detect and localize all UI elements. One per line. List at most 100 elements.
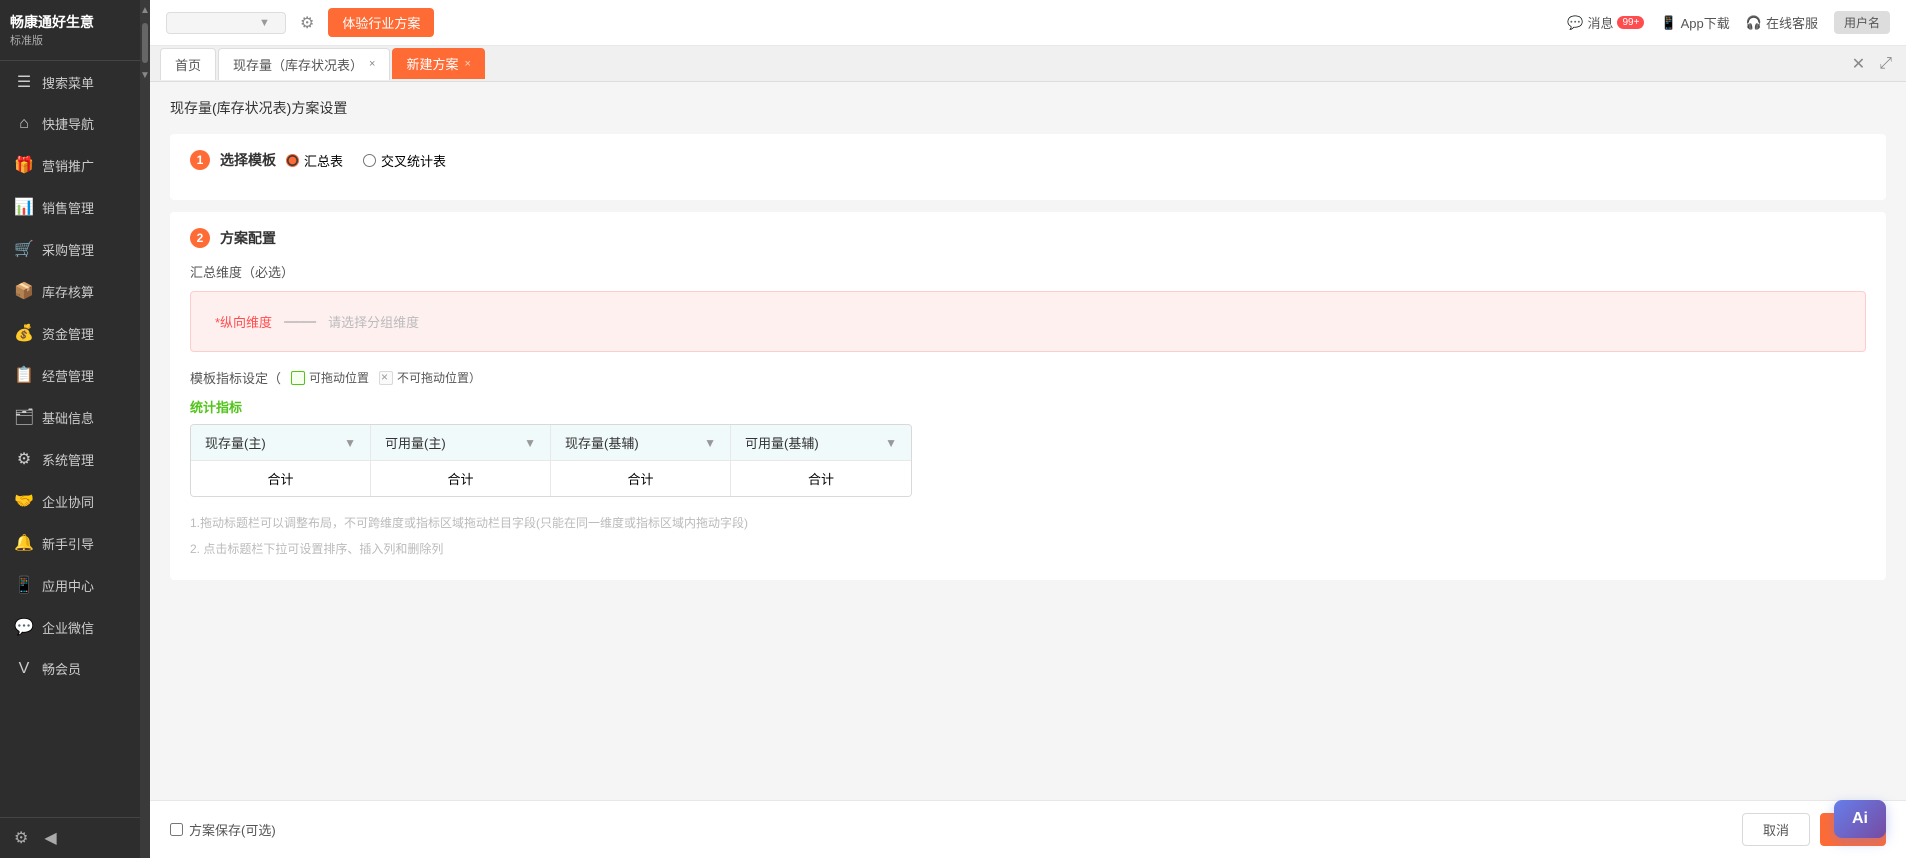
sidebar-item-operation[interactable]: 📋经营管理 xyxy=(0,354,140,396)
step2-title: 方案配置 xyxy=(220,228,276,248)
stat-indicators-title: 统计指标 xyxy=(190,397,1866,416)
app-title: 畅康通好生意 xyxy=(10,12,130,32)
main-area: ▼ ⚙ 体验行业方案 💬 消息 99+ 📱 App下载 🎧 在线客服 用户名 首… xyxy=(150,0,1906,858)
collapse-icon[interactable]: ◀ xyxy=(44,828,56,848)
sidebar-item-enterprise[interactable]: 🤝 企业协同 xyxy=(0,480,140,522)
step1-section: 1 选择模板 汇总表 交叉统计表 xyxy=(170,134,1886,200)
radio-summary-input[interactable] xyxy=(286,154,299,167)
tab-new-scheme-close[interactable]: × xyxy=(464,58,470,70)
draggable-text: 可拖动位置 xyxy=(309,369,369,386)
radio-cross-label: 交叉统计表 xyxy=(381,151,446,170)
sidebar-label-enterprise: 企业协同 xyxy=(42,492,94,511)
tab-new-scheme[interactable]: 新建方案 × xyxy=(392,48,484,79)
drag-box-icon xyxy=(291,371,305,385)
enterprise-icon: 🤝 xyxy=(14,491,34,511)
sidebar-item-marketing[interactable]: 🎁营销推广 xyxy=(0,144,140,186)
table-header-col3[interactable]: 现存量(基辅) ▼ xyxy=(551,425,731,460)
table-header-col2[interactable]: 可用量(主)▼ xyxy=(371,425,551,460)
table-header-col1[interactable]: 现存量(主)▼ xyxy=(191,425,371,460)
tab-home[interactable]: 首页 xyxy=(160,48,216,80)
tab-inventory-close[interactable]: × xyxy=(369,58,375,70)
footer-bar: 方案保存(可选) 取消 查询 xyxy=(150,800,1906,858)
maximize-tab-btn[interactable]: ⤢ xyxy=(1875,52,1896,76)
sidebar-item-basic-info[interactable]: 🗂基础信息 xyxy=(0,396,140,438)
indicators-header: 模板指标设定（ 可拖动位置 不可拖动位置） xyxy=(190,368,1866,387)
summary-dim-label: 汇总维度（必选） xyxy=(190,262,1866,281)
no-drag-indicator: 不可拖动位置） xyxy=(379,369,481,386)
sidebar-item-inventory[interactable]: 📦库存核算 xyxy=(0,270,140,312)
user-avatar[interactable]: 用户名 xyxy=(1834,11,1890,34)
header-arrow-col1[interactable]: ▼ xyxy=(344,436,356,450)
scroll-up-arrow[interactable]: ▲ xyxy=(140,2,150,19)
table-header-col4[interactable]: 可用量(基辅) ▼ xyxy=(731,425,911,460)
tab-inventory[interactable]: 现存量（库存状况表） × xyxy=(218,48,390,80)
save-checkbox-input[interactable] xyxy=(170,823,183,836)
scroll-down-arrow[interactable]: ▼ xyxy=(140,67,150,84)
topbar-gear-icon[interactable]: ⚙ xyxy=(296,9,318,37)
tip2: 2. 点击标题栏下拉可设置排序、插入列和删除列 xyxy=(190,539,1866,561)
sidebar-label-search-menu: 搜索菜单 xyxy=(42,73,94,92)
system-icon: ⚙ xyxy=(14,449,34,469)
radio-cross-input[interactable] xyxy=(363,154,376,167)
tab-inventory-label: 现存量（库存状况表） xyxy=(233,55,363,74)
message-item[interactable]: 💬 消息 99+ xyxy=(1567,13,1644,32)
search-input[interactable] xyxy=(175,16,255,30)
sidebar-item-purchase[interactable]: 🛒采购管理 xyxy=(0,228,140,270)
sidebar-label-app-center: 应用中心 xyxy=(42,576,94,595)
sidebar-item-newbie[interactable]: 🔔新手引导 xyxy=(0,522,140,564)
inventory-icon: 📦 xyxy=(14,281,34,301)
save-checkbox[interactable]: 方案保存(可选) xyxy=(170,820,276,839)
draggable-indicator: 可拖动位置 xyxy=(291,369,369,386)
settings-icon[interactable]: ⚙ xyxy=(14,828,28,848)
sidebar-label-quick-nav: 快捷导航 xyxy=(42,114,94,133)
header-arrow-col2[interactable]: ▼ xyxy=(524,436,536,450)
tabs-bar: 首页 现存量（库存状况表） × 新建方案 × ✕ ⤢ xyxy=(150,46,1906,82)
cancel-button[interactable]: 取消 xyxy=(1742,813,1810,846)
sidebar-item-app-center[interactable]: 📱应用中心 xyxy=(0,564,140,606)
header-text-col3: 现存量(基辅) xyxy=(565,433,639,452)
template-label: 模板指标设定（ xyxy=(190,368,281,387)
tab-controls: ✕ ⤢ xyxy=(1848,52,1896,76)
app-download-item[interactable]: 📱 App下载 xyxy=(1660,13,1729,32)
sidebar: 畅康通好生意 标准版 ☰搜索菜单⌂快捷导航🎁营销推广📊销售管理🛒采购管理📦库存核… xyxy=(0,0,140,858)
save-checkbox-label: 方案保存(可选) xyxy=(189,820,276,839)
finance-icon: 💰 xyxy=(14,323,34,343)
no-drag-text: 不可拖动位置） xyxy=(397,369,481,386)
header-arrow-col4[interactable]: ▼ xyxy=(885,436,897,450)
sidebar-item-search-menu[interactable]: ☰ 搜索菜单 xyxy=(0,61,140,103)
sidebar-label-purchase: 采购管理 xyxy=(42,240,94,259)
step2-section: 2 方案配置 汇总维度（必选） *纵向维度 —— 请选择分组维度 模板指标设定（… xyxy=(170,212,1886,580)
header-text-col4: 可用量(基辅) xyxy=(745,433,819,452)
newbie-icon: 🔔 xyxy=(14,533,34,553)
search-menu-icon: ☰ xyxy=(14,72,34,92)
message-badge: 99+ xyxy=(1617,16,1644,29)
no-drag-box-icon xyxy=(379,371,393,385)
ai-button[interactable]: Ai xyxy=(1834,800,1886,838)
data-cell-col4: 合计 xyxy=(731,461,911,496)
sidebar-label-basic-info: 基础信息 xyxy=(42,408,94,427)
sidebar-item-system[interactable]: ⚙系统管理 xyxy=(0,438,140,480)
header-arrow-col3[interactable]: ▼ xyxy=(704,436,716,450)
table-header-row: 现存量(主)▼可用量(主)▼ 现存量(基辅) ▼ 可用量(基辅) ▼ xyxy=(191,425,911,460)
sidebar-item-member[interactable]: V畅会员 xyxy=(0,648,140,689)
radio-cross[interactable]: 交叉统计表 xyxy=(363,151,446,170)
customer-service-item[interactable]: 🎧 在线客服 xyxy=(1746,13,1818,32)
sidebar-item-quick-nav[interactable]: ⌂ 快捷导航 xyxy=(0,103,140,144)
sidebar-item-wechat[interactable]: 💬 企业微信 xyxy=(0,606,140,648)
sidebar-label-wechat: 企业微信 xyxy=(42,618,94,637)
sidebar-item-finance[interactable]: 💰资金管理 xyxy=(0,312,140,354)
wechat-icon: 💬 xyxy=(14,617,34,637)
sidebar-scrollbar[interactable]: ▲ ▼ xyxy=(140,0,150,858)
scroll-thumb[interactable] xyxy=(142,23,148,63)
topbar-search[interactable]: ▼ xyxy=(166,12,286,34)
quick-nav-icon: ⌂ xyxy=(14,115,34,133)
data-cell-col3: 合计 xyxy=(551,461,731,496)
content-area: 现存量(库存状况表)方案设置 1 选择模板 汇总表 交叉统计表 xyxy=(150,82,1906,800)
close-tab-btn[interactable]: ✕ xyxy=(1848,52,1869,76)
trial-btn[interactable]: 体验行业方案 xyxy=(328,8,434,37)
tips-section: 1.拖动标题栏可以调整布局，不可跨维度或指标区域拖动栏目字段(只能在同一维度或指… xyxy=(190,513,1866,560)
radio-summary[interactable]: 汇总表 xyxy=(286,151,343,170)
sidebar-item-sales[interactable]: 📊销售管理 xyxy=(0,186,140,228)
search-dropdown-icon[interactable]: ▼ xyxy=(259,17,270,29)
dimension-box[interactable]: *纵向维度 —— 请选择分组维度 xyxy=(190,291,1866,352)
